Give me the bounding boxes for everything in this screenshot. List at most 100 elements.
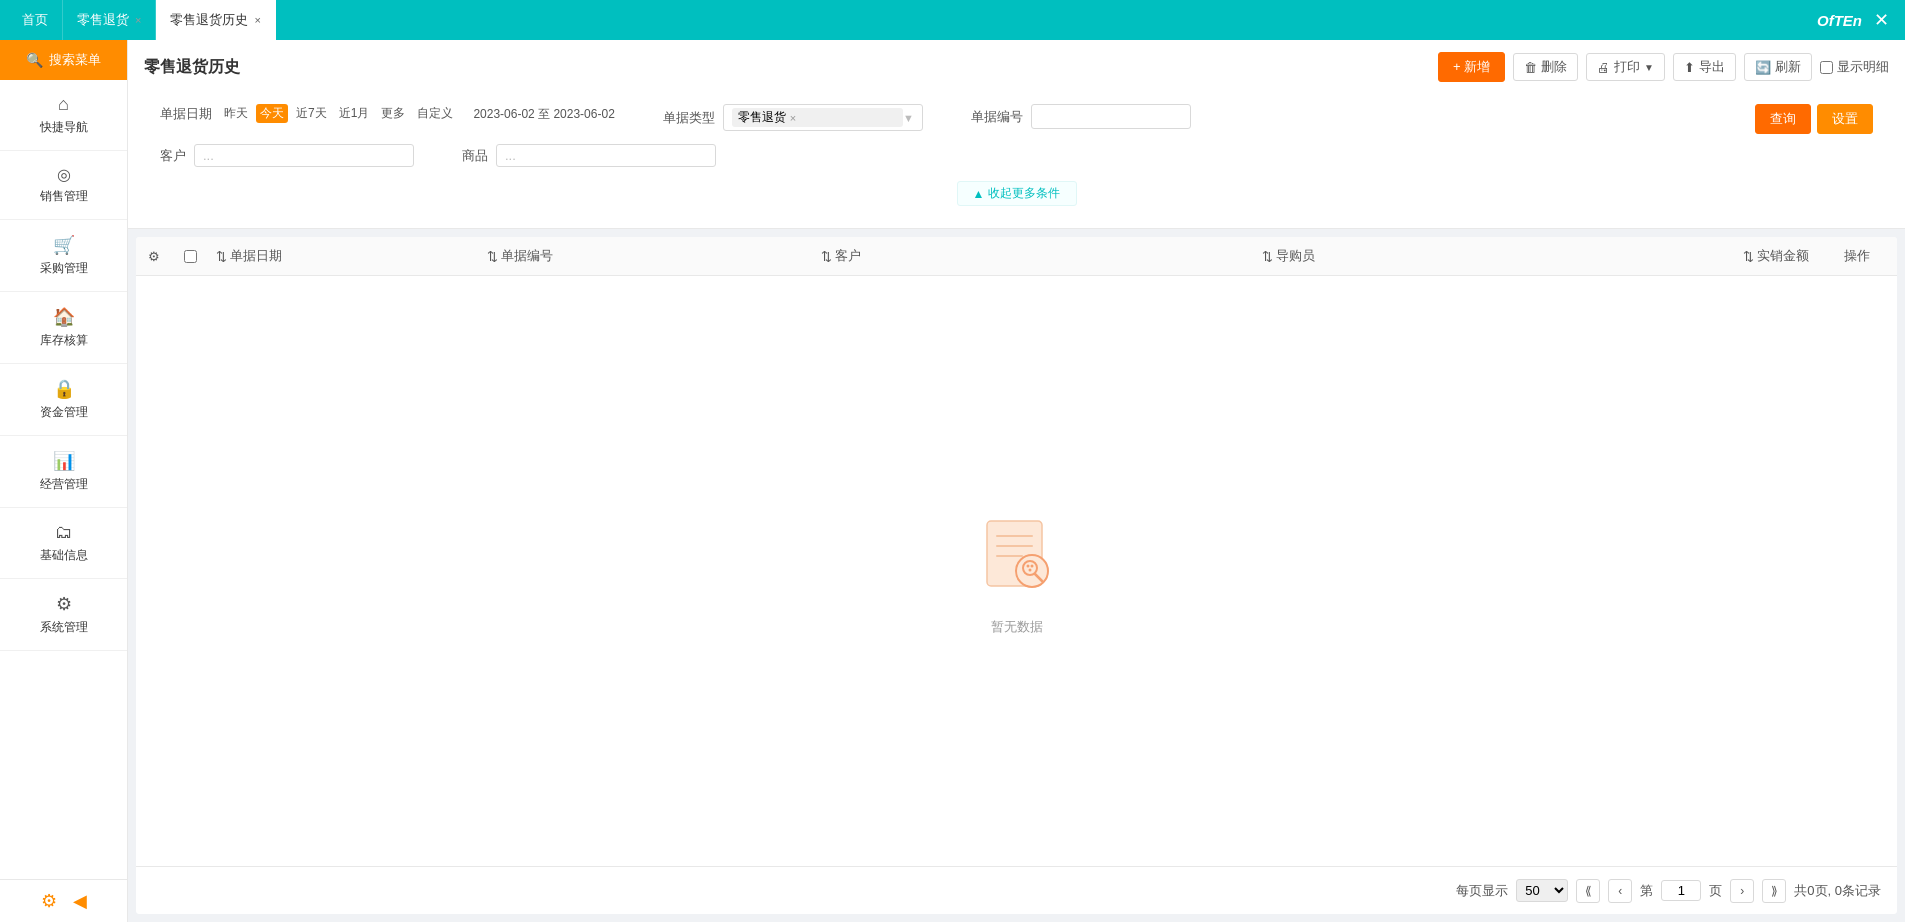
filter-goods: 商品 ... [462,144,716,167]
print-button[interactable]: 🖨 打印 ▼ [1586,53,1665,81]
collapse-button[interactable]: ▲ 收起更多条件 [957,181,1077,206]
th-guide[interactable]: ⇅ 导购员 [1254,237,1589,275]
svg-point-7 [1026,565,1029,568]
type-filter-chevron-icon: ▼ [903,112,914,124]
sidebar-item-quick-nav[interactable]: ⌂ 快捷导航 [0,80,127,151]
brand-label: OfTEn [1817,12,1862,29]
th-operation-label: 操作 [1844,247,1870,265]
date-option-today[interactable]: 今天 [256,104,288,123]
sidebar-item-basic-label: 基础信息 [40,547,88,564]
collapse-sidebar-icon[interactable]: ◀ [73,890,87,912]
main-layout: 🔍 搜索菜单 ⌂ 快捷导航 ◎ 销售管理 🛒 采购管理 🏠 库存核算 🔒 资金管… [0,40,1905,922]
th-check[interactable] [172,240,208,273]
next-page-button[interactable]: › [1730,879,1754,903]
page-label: 页 [1709,882,1722,900]
sidebar-item-sales-mgmt[interactable]: ◎ 销售管理 [0,151,127,220]
window-close-button[interactable]: ✕ [1874,9,1889,31]
refresh-button[interactable]: 🔄 刷新 [1744,53,1812,81]
tab-retail-return-close[interactable]: × [135,14,141,26]
home-icon: ⌂ [58,94,69,115]
filter-row-2: 客户 ... 商品 ... [160,144,1873,167]
topbar-right: OfTEn ✕ [1817,9,1905,31]
sidebar-item-purchase-label: 采购管理 [40,260,88,277]
sidebar-item-operation-label: 经营管理 [40,476,88,493]
prev-page-button[interactable]: ‹ [1608,879,1632,903]
sidebar-item-inventory[interactable]: 🏠 库存核算 [0,292,127,364]
first-page-button[interactable]: ⟪ [1576,879,1600,903]
sidebar-item-basic-info[interactable]: 🗂 基础信息 [0,508,127,579]
th-date-label: 单据日期 [230,247,282,265]
sidebar-item-finance-mgmt[interactable]: 🔒 资金管理 [0,364,127,436]
page-header: 零售退货历史 + 新增 🗑 删除 🖨 打印 ▼ ⬆ 导出 [128,40,1905,229]
filter-area: 单据日期 昨天 今天 近7天 近1月 更多 自定义 2023-06-02 至 2… [144,94,1889,228]
th-operation: 操作 [1817,237,1897,275]
sidebar-item-quick-nav-label: 快捷导航 [40,119,88,136]
settings-icon[interactable]: ⚙ [41,890,57,912]
date-option-yesterday[interactable]: 昨天 [220,104,252,123]
tab-list: 首页 零售退货 × 零售退货历史 × [8,0,1817,40]
last-page-button[interactable]: ⟫ [1762,879,1786,903]
export-label: 导出 [1699,58,1725,76]
customer-select[interactable]: ... [194,144,414,167]
goods-select[interactable]: ... [496,144,716,167]
sidebar-item-system-mgmt[interactable]: ⚙ 系统管理 [0,579,127,651]
sales-icon: ◎ [57,165,71,184]
page-title: 零售退货历史 [144,57,240,78]
th-number[interactable]: ⇅ 单据编号 [479,237,814,275]
query-button[interactable]: 查询 [1755,104,1811,134]
page-size-select[interactable]: 50 10 20 100 [1516,879,1568,902]
th-amount[interactable]: ⇅ 实销金额 [1589,237,1817,275]
sidebar-item-purchase-mgmt[interactable]: 🛒 采购管理 [0,220,127,292]
export-button[interactable]: ⬆ 导出 [1673,53,1736,81]
empty-state: 暂无数据 [136,276,1897,866]
date-option-1month[interactable]: 近1月 [335,104,374,123]
pagination: 每页显示 50 10 20 100 ⟪ ‹ 第 页 › ⟫ 共0页, 0条记录 [136,866,1897,914]
date-range-section: 2023-06-02 至 2023-06-02 [473,104,614,123]
type-filter-select[interactable]: 零售退货 × ▼ [723,104,923,131]
tab-retail-return-history-label: 零售退货历史 [170,11,248,29]
type-tag-remove[interactable]: × [790,112,796,124]
sidebar-item-inventory-label: 库存核算 [40,332,88,349]
tab-retail-return-history[interactable]: 零售退货历史 × [156,0,275,40]
pagination-summary: 共0页, 0条记录 [1794,882,1881,900]
tab-retail-return-history-close[interactable]: × [254,14,260,26]
filter-row-1: 单据日期 昨天 今天 近7天 近1月 更多 自定义 2023-06-02 至 2… [160,104,1873,134]
sidebar-search[interactable]: 🔍 搜索菜单 [0,40,127,80]
sidebar-item-operation-mgmt[interactable]: 📊 经营管理 [0,436,127,508]
display-detail-checkbox-wrap[interactable]: 显示明细 [1820,58,1889,76]
doc-number-input[interactable] [1031,104,1191,129]
delete-button[interactable]: 🗑 删除 [1513,53,1578,81]
date-option-7days[interactable]: 近7天 [292,104,331,123]
new-button[interactable]: + 新增 [1438,52,1505,82]
page-size-label: 每页显示 [1456,882,1508,900]
sidebar-bottom: ⚙ ◀ [0,879,127,922]
date-option-more[interactable]: 更多 [377,104,409,123]
tab-retail-return[interactable]: 零售退货 × [63,0,156,40]
th-customer-sort-icon: ⇅ [821,249,832,264]
delete-label: 删除 [1541,58,1567,76]
settings-button[interactable]: 设置 [1817,104,1873,134]
column-settings-icon[interactable]: ⚙ [148,249,160,264]
page-input[interactable] [1661,880,1701,901]
select-all-checkbox[interactable] [184,250,197,263]
goods-placeholder: ... [505,148,516,163]
display-detail-checkbox[interactable] [1820,61,1833,74]
th-date-sort-icon: ⇅ [216,249,227,264]
th-customer[interactable]: ⇅ 客户 [813,237,1254,275]
filter-doc-number: 单据编号 [971,104,1191,129]
tab-retail-return-label: 零售退货 [77,11,129,29]
th-guide-label: 导购员 [1276,247,1315,265]
empty-illustration [967,506,1067,606]
customer-label: 客户 [160,147,186,165]
goods-label: 商品 [462,147,488,165]
th-settings[interactable]: ⚙ [136,239,172,274]
date-option-custom[interactable]: 自定义 [413,104,457,123]
date-options: 昨天 今天 近7天 近1月 更多 自定义 [220,104,457,123]
tab-home[interactable]: 首页 [8,0,63,40]
type-filter-value: 零售退货 × [732,108,903,127]
customer-placeholder: ... [203,148,214,163]
tab-home-label: 首页 [22,11,48,29]
page-title-row: 零售退货历史 + 新增 🗑 删除 🖨 打印 ▼ ⬆ 导出 [144,52,1889,82]
content-area: 零售退货历史 + 新增 🗑 删除 🖨 打印 ▼ ⬆ 导出 [128,40,1905,922]
th-date[interactable]: ⇅ 单据日期 [208,237,479,275]
